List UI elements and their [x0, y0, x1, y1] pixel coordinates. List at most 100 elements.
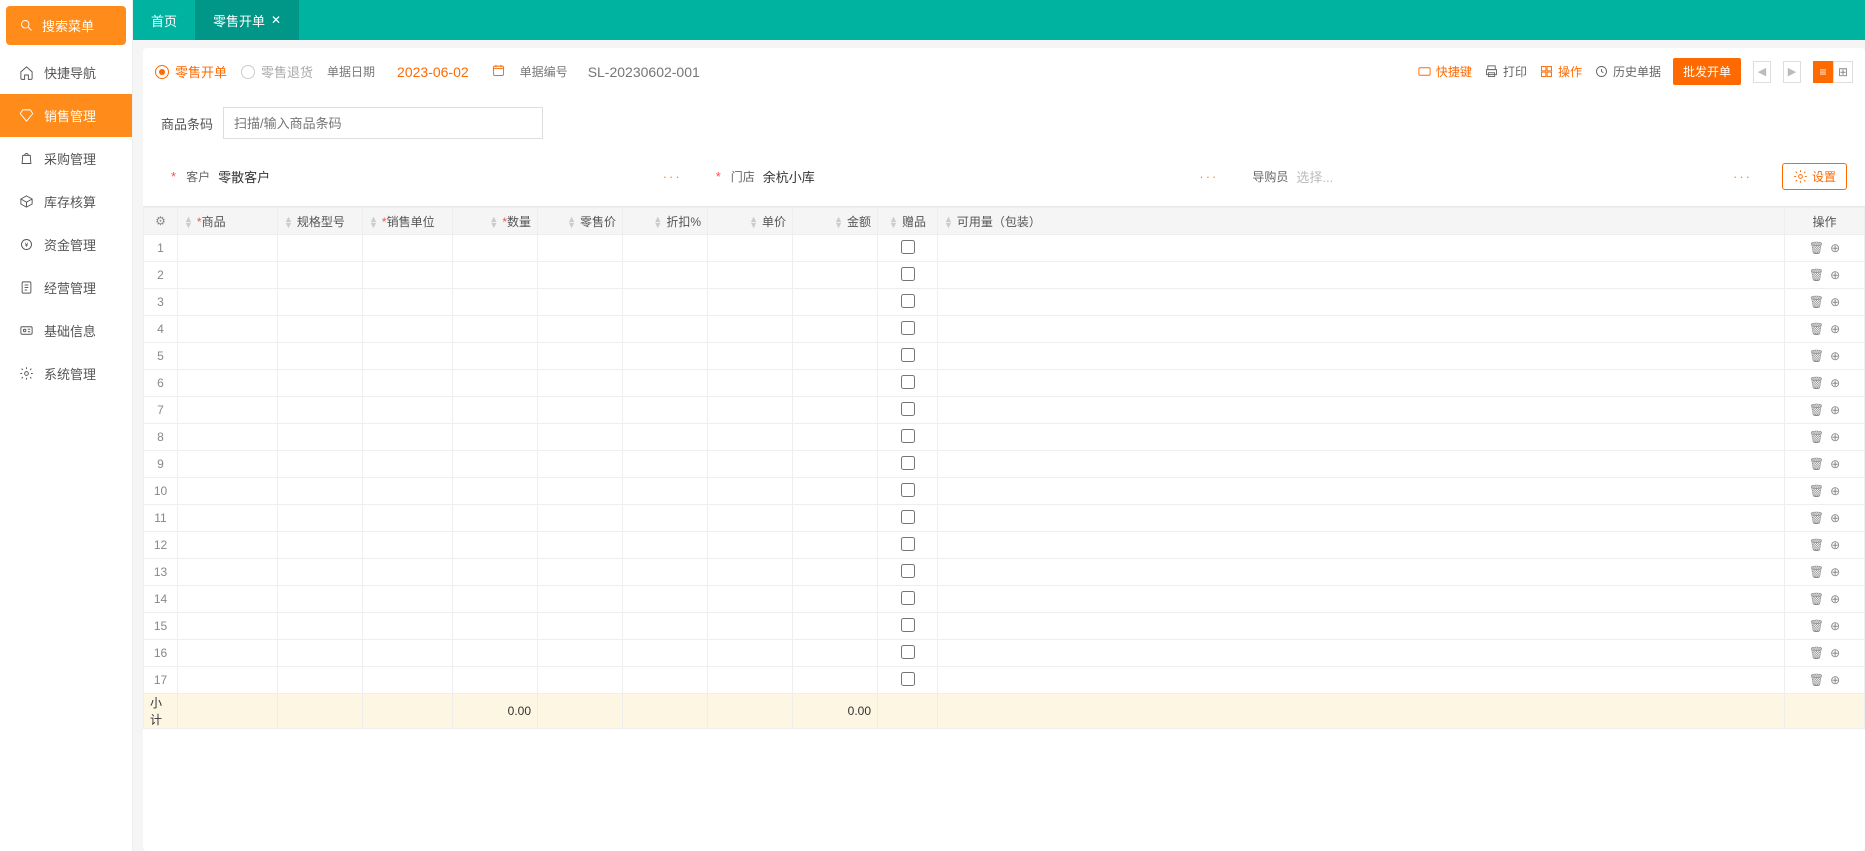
cell-discount[interactable]: [623, 667, 708, 694]
add-row-icon[interactable]: ⊕: [1830, 349, 1840, 363]
add-row-icon[interactable]: ⊕: [1830, 430, 1840, 444]
delete-icon[interactable]: 🗑: [1809, 403, 1824, 417]
cell-price[interactable]: [708, 667, 793, 694]
cell-discount[interactable]: [623, 424, 708, 451]
cell-qty[interactable]: [453, 397, 538, 424]
cell-price[interactable]: [708, 370, 793, 397]
add-row-icon[interactable]: ⊕: [1830, 268, 1840, 282]
cell-amount[interactable]: [793, 613, 878, 640]
cell-qty[interactable]: [453, 505, 538, 532]
cell-price[interactable]: [708, 262, 793, 289]
cell-product[interactable]: [178, 559, 278, 586]
table-row[interactable]: 3🗑⊕: [144, 289, 1865, 316]
gift-checkbox[interactable]: [901, 645, 915, 659]
gift-checkbox[interactable]: [901, 429, 915, 443]
cell-amount[interactable]: [793, 397, 878, 424]
guide-filter[interactable]: 导购员 选择...: [1252, 167, 1356, 186]
gift-checkbox[interactable]: [901, 456, 915, 470]
cell-qty[interactable]: [453, 235, 538, 262]
cell-gift[interactable]: [878, 343, 938, 370]
add-row-icon[interactable]: ⊕: [1830, 295, 1840, 309]
table-row[interactable]: 13🗑⊕: [144, 559, 1865, 586]
cell-available[interactable]: [938, 397, 1785, 424]
cell-spec[interactable]: [278, 640, 363, 667]
operate-link[interactable]: 操作: [1539, 63, 1582, 80]
cell-qty[interactable]: [453, 424, 538, 451]
cell-amount[interactable]: [793, 424, 878, 451]
cell-retail-price[interactable]: [538, 451, 623, 478]
search-menu-button[interactable]: 搜索菜单: [6, 6, 126, 45]
cell-price[interactable]: [708, 478, 793, 505]
cell-spec[interactable]: [278, 370, 363, 397]
delete-icon[interactable]: 🗑: [1809, 322, 1824, 336]
gift-checkbox[interactable]: [901, 564, 915, 578]
table-row[interactable]: 8🗑⊕: [144, 424, 1865, 451]
cell-discount[interactable]: [623, 262, 708, 289]
gift-checkbox[interactable]: [901, 510, 915, 524]
delete-icon[interactable]: 🗑: [1809, 457, 1824, 471]
cell-available[interactable]: [938, 262, 1785, 289]
view-list-icon[interactable]: ≡: [1813, 61, 1833, 83]
cell-gift[interactable]: [878, 613, 938, 640]
cell-retail-price[interactable]: [538, 667, 623, 694]
add-row-icon[interactable]: ⊕: [1830, 403, 1840, 417]
gift-checkbox[interactable]: [901, 672, 915, 686]
cell-retail-price[interactable]: [538, 559, 623, 586]
cell-retail-price[interactable]: [538, 532, 623, 559]
cell-qty[interactable]: [453, 343, 538, 370]
cell-amount[interactable]: [793, 478, 878, 505]
cell-amount[interactable]: [793, 667, 878, 694]
cell-price[interactable]: [708, 505, 793, 532]
cell-amount[interactable]: [793, 532, 878, 559]
cell-available[interactable]: [938, 586, 1785, 613]
radio-retail-return[interactable]: 零售退货: [241, 62, 313, 81]
cell-gift[interactable]: [878, 289, 938, 316]
cell-discount[interactable]: [623, 505, 708, 532]
add-row-icon[interactable]: ⊕: [1830, 565, 1840, 579]
cell-retail-price[interactable]: [538, 316, 623, 343]
gift-checkbox[interactable]: [901, 294, 915, 308]
th-retail-price[interactable]: ▲▼零售价: [538, 208, 623, 235]
sidebar-item-diamond[interactable]: 销售管理: [0, 94, 132, 137]
cell-product[interactable]: [178, 397, 278, 424]
cell-unit[interactable]: [363, 370, 453, 397]
cell-amount[interactable]: [793, 559, 878, 586]
add-row-icon[interactable]: ⊕: [1830, 511, 1840, 525]
cell-gift[interactable]: [878, 478, 938, 505]
cell-available[interactable]: [938, 505, 1785, 532]
prev-button[interactable]: ◀: [1753, 61, 1771, 83]
add-row-icon[interactable]: ⊕: [1830, 241, 1840, 255]
cell-qty[interactable]: [453, 289, 538, 316]
cell-retail-price[interactable]: [538, 505, 623, 532]
guide-more-icon[interactable]: ···: [1727, 169, 1758, 184]
cell-gift[interactable]: [878, 235, 938, 262]
cell-available[interactable]: [938, 559, 1785, 586]
table-row[interactable]: 10🗑⊕: [144, 478, 1865, 505]
cell-retail-price[interactable]: [538, 640, 623, 667]
cell-price[interactable]: [708, 586, 793, 613]
print-link[interactable]: 打印: [1484, 63, 1527, 80]
delete-icon[interactable]: 🗑: [1809, 619, 1824, 633]
next-button[interactable]: ▶: [1783, 61, 1801, 83]
cell-price[interactable]: [708, 235, 793, 262]
cell-spec[interactable]: [278, 397, 363, 424]
cell-discount[interactable]: [623, 343, 708, 370]
cell-available[interactable]: [938, 316, 1785, 343]
cell-available[interactable]: [938, 451, 1785, 478]
cell-price[interactable]: [708, 613, 793, 640]
cell-product[interactable]: [178, 451, 278, 478]
cell-unit[interactable]: [363, 451, 453, 478]
table-row[interactable]: 12🗑⊕: [144, 532, 1865, 559]
cell-retail-price[interactable]: [538, 262, 623, 289]
cell-product[interactable]: [178, 586, 278, 613]
cell-price[interactable]: [708, 640, 793, 667]
cell-gift[interactable]: [878, 667, 938, 694]
add-row-icon[interactable]: ⊕: [1830, 592, 1840, 606]
cell-amount[interactable]: [793, 640, 878, 667]
cell-spec[interactable]: [278, 586, 363, 613]
cell-spec[interactable]: [278, 289, 363, 316]
delete-icon[interactable]: 🗑: [1809, 673, 1824, 687]
cell-price[interactable]: [708, 343, 793, 370]
gift-checkbox[interactable]: [901, 591, 915, 605]
table-row[interactable]: 4🗑⊕: [144, 316, 1865, 343]
